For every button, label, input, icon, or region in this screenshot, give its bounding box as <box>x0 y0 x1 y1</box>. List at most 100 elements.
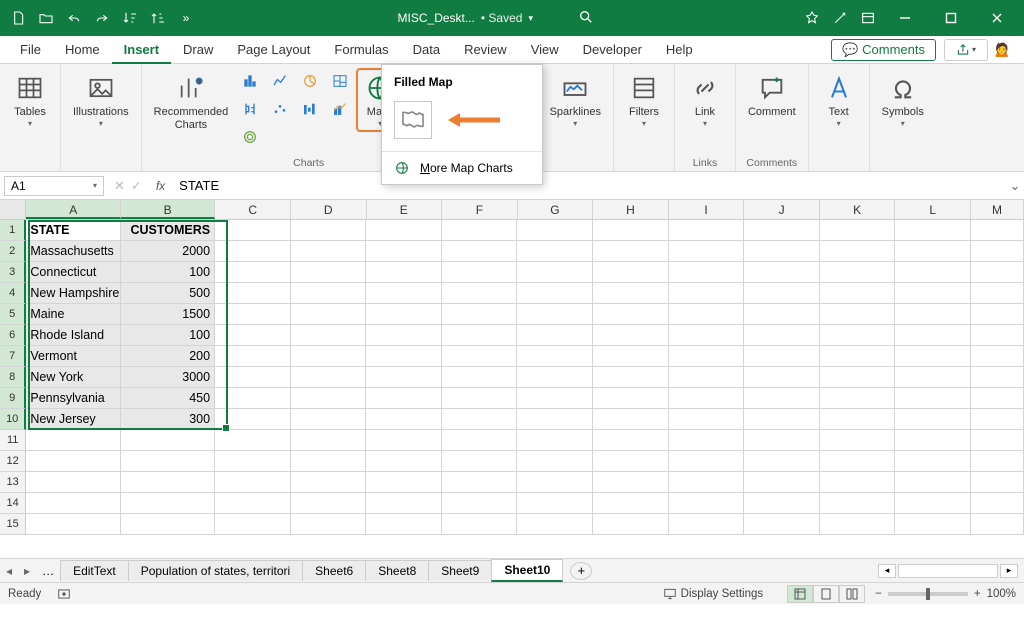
premium-icon[interactable] <box>798 4 826 32</box>
cell[interactable] <box>744 367 820 388</box>
cell[interactable] <box>442 241 518 262</box>
search-icon[interactable] <box>572 9 600 28</box>
cell[interactable]: Connecticut <box>26 262 120 283</box>
line-chart-icon[interactable] <box>266 68 294 94</box>
cell[interactable] <box>820 409 896 430</box>
cell[interactable] <box>971 430 1024 451</box>
cell[interactable] <box>971 472 1024 493</box>
cell[interactable] <box>215 367 291 388</box>
cell[interactable] <box>669 493 745 514</box>
sheet-nav-prev[interactable]: ◂ <box>0 564 18 578</box>
cell[interactable] <box>366 451 442 472</box>
cell[interactable] <box>442 451 518 472</box>
name-box[interactable]: A1 ▾ <box>4 176 104 196</box>
cell[interactable] <box>291 472 367 493</box>
cell[interactable] <box>744 493 820 514</box>
sheet-tab[interactable]: Sheet9 <box>428 560 492 581</box>
macro-recorder-icon[interactable] <box>57 587 71 601</box>
chevron-down-icon[interactable]: ▾ <box>93 181 97 190</box>
col-header-L[interactable]: L <box>895 200 971 219</box>
cell[interactable] <box>517 220 593 241</box>
cell[interactable] <box>895 283 971 304</box>
cell[interactable] <box>442 346 518 367</box>
ribbon-options-icon[interactable] <box>854 4 882 32</box>
cell[interactable] <box>366 346 442 367</box>
col-header-C[interactable]: C <box>215 200 291 219</box>
sparklines-button[interactable]: Sparklines ▾ <box>544 68 607 132</box>
cell[interactable] <box>744 283 820 304</box>
cell[interactable] <box>971 283 1024 304</box>
tab-review[interactable]: Review <box>452 36 519 64</box>
cell[interactable] <box>593 472 669 493</box>
row-header[interactable]: 10 <box>0 409 26 430</box>
tables-button[interactable]: Tables ▾ <box>6 68 54 132</box>
comment-button[interactable]: Comment <box>742 68 802 123</box>
expand-formula-bar-icon[interactable]: ⌄ <box>1006 178 1024 194</box>
cell[interactable] <box>744 472 820 493</box>
cell[interactable] <box>215 262 291 283</box>
cell[interactable]: Rhode Island <box>26 325 120 346</box>
sheet-tab-active[interactable]: Sheet10 <box>491 559 563 582</box>
cell[interactable] <box>366 325 442 346</box>
hscroll-left[interactable]: ◂ <box>878 564 896 578</box>
sheet-tab[interactable]: EditText <box>60 560 129 581</box>
cell[interactable] <box>291 346 367 367</box>
cell[interactable] <box>291 430 367 451</box>
cell[interactable] <box>215 430 291 451</box>
cell[interactable] <box>366 514 442 535</box>
cell[interactable]: New York <box>26 367 120 388</box>
cell[interactable] <box>366 388 442 409</box>
cell[interactable] <box>517 241 593 262</box>
cell[interactable] <box>215 325 291 346</box>
symbols-button[interactable]: Symbols ▾ <box>876 68 930 132</box>
cell[interactable] <box>517 367 593 388</box>
cell[interactable] <box>744 346 820 367</box>
cell[interactable] <box>820 367 896 388</box>
cell[interactable] <box>121 472 215 493</box>
cell[interactable]: Maine <box>26 304 120 325</box>
cell[interactable] <box>971 451 1024 472</box>
cell[interactable] <box>895 493 971 514</box>
cell[interactable]: 100 <box>121 262 215 283</box>
col-header-A[interactable]: A <box>26 200 120 219</box>
minimize-button[interactable] <box>882 0 928 36</box>
row-header[interactable]: 8 <box>0 367 26 388</box>
cell[interactable] <box>669 430 745 451</box>
tab-insert[interactable]: Insert <box>112 36 171 64</box>
col-header-E[interactable]: E <box>367 200 443 219</box>
cell[interactable] <box>291 514 367 535</box>
cell[interactable] <box>744 514 820 535</box>
tab-home[interactable]: Home <box>53 36 112 64</box>
cell[interactable] <box>215 493 291 514</box>
cell[interactable] <box>971 493 1024 514</box>
waterfall-chart-icon[interactable] <box>296 96 324 122</box>
cell[interactable] <box>593 367 669 388</box>
cell[interactable] <box>215 346 291 367</box>
cell[interactable] <box>291 262 367 283</box>
normal-view-icon[interactable] <box>787 585 813 603</box>
row-header[interactable]: 3 <box>0 262 26 283</box>
cell[interactable] <box>517 325 593 346</box>
cell[interactable] <box>820 325 896 346</box>
col-header-H[interactable]: H <box>593 200 669 219</box>
cell[interactable] <box>593 325 669 346</box>
cell[interactable]: Massachusetts <box>26 241 120 262</box>
tab-formulas[interactable]: Formulas <box>322 36 400 64</box>
cell[interactable] <box>820 304 896 325</box>
cell[interactable] <box>215 304 291 325</box>
cell[interactable] <box>744 262 820 283</box>
row-header[interactable]: 11 <box>0 430 26 451</box>
cell[interactable] <box>517 283 593 304</box>
cell[interactable] <box>971 388 1024 409</box>
cell[interactable] <box>669 451 745 472</box>
cell[interactable] <box>744 220 820 241</box>
cell[interactable] <box>291 388 367 409</box>
cell[interactable] <box>971 325 1024 346</box>
tab-draw[interactable]: Draw <box>171 36 225 64</box>
cell[interactable] <box>820 388 896 409</box>
statistic-chart-icon[interactable] <box>236 96 264 122</box>
cell[interactable] <box>121 451 215 472</box>
tab-view[interactable]: View <box>519 36 571 64</box>
cell[interactable] <box>820 472 896 493</box>
cell[interactable] <box>895 409 971 430</box>
